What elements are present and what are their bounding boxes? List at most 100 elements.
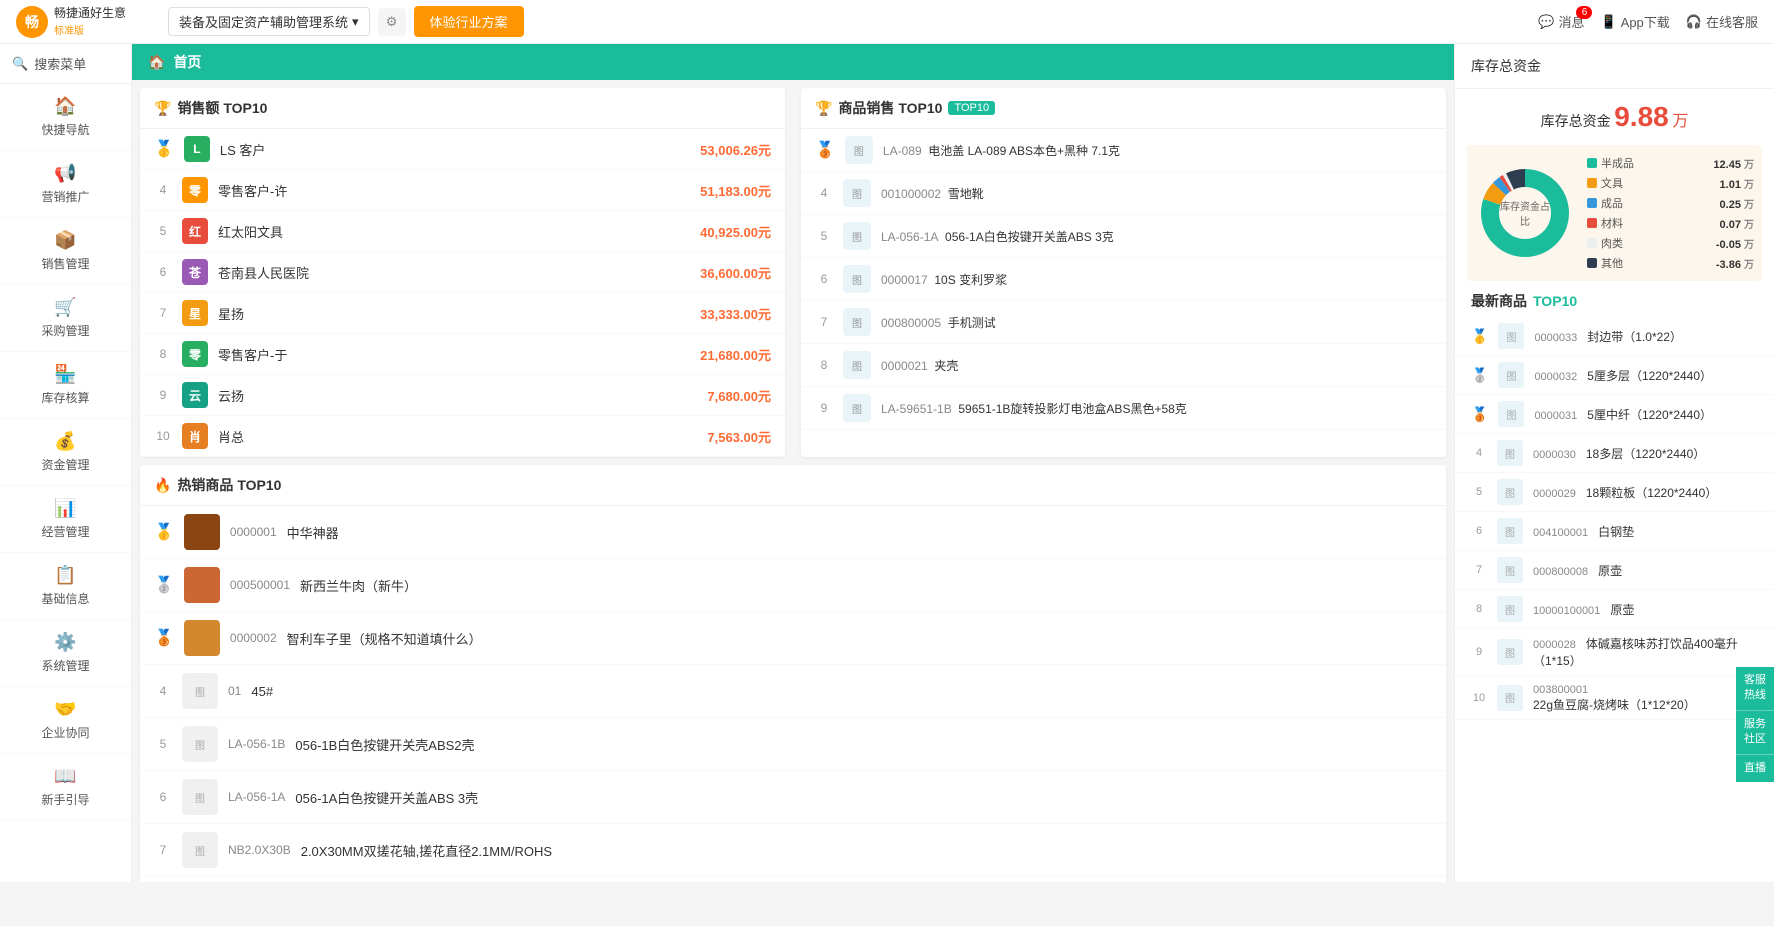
settings-button[interactable]: ⚙ [378, 8, 406, 36]
customer-amount: 40,925.00元 [700, 222, 771, 241]
rank-num: 5 [154, 737, 172, 751]
trophy-icon: 🏆 [154, 100, 171, 117]
product-sales-item: 🥉 图 LA-089 电池盖 LA-089 ABS本色+黑种 7.1克 [801, 129, 1446, 172]
customer-name: 苍南县人民医院 [218, 263, 690, 282]
legend-name: 其他 [1601, 255, 1623, 271]
newest-product-item: 10 图 003800001 22g鱼豆腐-烧烤味（1*12*20） [1455, 676, 1774, 720]
message-button[interactable]: 💬 消息 6 [1538, 12, 1584, 31]
customer-amount: 33,333.00元 [700, 304, 771, 323]
customer-amount: 7,563.00元 [707, 427, 771, 446]
logo-icon: 畅 [16, 6, 48, 38]
newest-name: 18颗粒板（1220*2440） [1586, 486, 1717, 500]
sidebar-item-系统管理[interactable]: ⚙️系统管理 [0, 620, 131, 687]
live-button[interactable]: 直播 [1736, 755, 1774, 782]
system-select[interactable]: 装备及固定资产辅助管理系统 ▾ [168, 7, 370, 36]
right-thumb: 图 [1497, 440, 1523, 466]
newest-name: 白钢垫 [1598, 525, 1634, 539]
rank-num: 5 [1471, 486, 1487, 498]
donut-label: 库存资金占比 [1500, 198, 1550, 228]
newest-code: 000800008 [1533, 566, 1588, 578]
hotline-button[interactable]: 客服 热线 [1736, 667, 1774, 711]
customer-name: 星扬 [218, 304, 690, 323]
sidebar-icon: 📢 [54, 163, 76, 184]
sidebar-item-企业协同[interactable]: 🤝企业协同 [0, 687, 131, 754]
trial-button[interactable]: 体验行业方案 [414, 6, 524, 37]
hot-product-name: 智利车子里（规格不知道填什么） [287, 629, 482, 648]
customer-list-item: 9 云 云扬 7,680.00元 [140, 375, 785, 416]
product-thumb: 图 [843, 308, 871, 336]
legend-label: 文具 [1587, 175, 1720, 191]
rank-num: 4 [815, 186, 833, 200]
product-code-name: 000800005 手机测试 [881, 314, 1432, 331]
right-thumb: 图 [1497, 639, 1523, 665]
product-sales-item: 6 图 0000017 10S 变利罗浆 [801, 258, 1446, 301]
sidebar-item-经营管理[interactable]: 📊经营管理 [0, 486, 131, 553]
search-icon: 🔍 [12, 56, 28, 72]
rank-num: 10 [154, 429, 172, 443]
sidebar-label: 基础信息 [41, 590, 89, 607]
top-bar: 畅 畅捷通好生意 标准版 装备及固定资产辅助管理系统 ▾ ⚙ 体验行业方案 💬 … [0, 0, 1774, 44]
online-service-button[interactable]: 🎧 在线客服 [1686, 12, 1758, 31]
rank-medal: 🥉 [815, 140, 835, 160]
customer-avatar: 肖 [182, 423, 208, 449]
hot-product-code: 000500001 [230, 578, 290, 592]
hot-product-name: 056-1B白色按键开关壳ABS2壳 [295, 735, 474, 754]
product-thumb: 图 [843, 394, 871, 422]
sidebar-label: 资金管理 [41, 456, 89, 473]
legend-name: 肉类 [1601, 235, 1623, 251]
newest-product-item: 8 图 10000100001 原壶 [1455, 590, 1774, 629]
customer-amount: 36,600.00元 [700, 263, 771, 282]
product-info: LA-056-1A 056-1A白色按键开关盖ABS 3克 [881, 228, 1432, 245]
sidebar-icon: 🏠 [54, 96, 76, 117]
customer-list-item: 4 零 零售客户-许 51,183.00元 [140, 170, 785, 211]
customer-list-item: 7 星 星扬 33,333.00元 [140, 293, 785, 334]
right-product-info: 0000032 5厘多层（1220*2440） [1534, 367, 1758, 384]
right-product-info: 004100001 白钢垫 [1533, 523, 1758, 540]
sidebar: 🔍 搜索菜单 🏠快捷导航📢营销推广📦销售管理🛒采购管理🏪库存核算💰资金管理📊经营… [0, 44, 132, 882]
product-thumb: 图 [845, 136, 873, 164]
newest-products-title: 最新商品 TOP10 [1455, 281, 1774, 317]
app-download-button[interactable]: 📱 App下载 [1600, 12, 1669, 31]
rank-medal: 🥉 [1471, 406, 1488, 423]
right-product-info: 0000033 封边带（1.0*22） [1534, 328, 1758, 345]
legend-name: 成品 [1601, 195, 1623, 211]
logo-sub: 标准版 [54, 22, 126, 37]
rank-medal: 🥈 [1471, 367, 1488, 384]
legend-label: 材料 [1587, 215, 1720, 231]
sidebar-item-库存核算[interactable]: 🏪库存核算 [0, 352, 131, 419]
community-button[interactable]: 服务 社区 [1736, 711, 1774, 755]
sidebar-icon: 📊 [54, 498, 76, 519]
sidebar-item-基础信息[interactable]: 📋基础信息 [0, 553, 131, 620]
rank-num: 6 [154, 790, 172, 804]
customer-avatar: 苍 [182, 259, 208, 285]
sidebar-item-营销推广[interactable]: 📢营销推广 [0, 151, 131, 218]
customer-service-float: 客服 热线 服务 社区 直播 [1736, 667, 1774, 782]
inventory-amount: 9.88 [1614, 101, 1669, 132]
newest-product-item: 🥉 图 0000031 5厘中纤（1220*2440） [1455, 395, 1774, 434]
inventory-unit: 万 [1672, 113, 1688, 130]
rank-medal: 🥇 [154, 139, 174, 159]
sidebar-item-资金管理[interactable]: 💰资金管理 [0, 419, 131, 486]
page-title: 首页 [173, 52, 201, 72]
search-menu[interactable]: 🔍 搜索菜单 [0, 44, 131, 84]
sidebar-icon: 🏪 [54, 364, 76, 385]
legend-name: 材料 [1601, 215, 1623, 231]
sidebar-item-新手引导[interactable]: 📖新手引导 [0, 754, 131, 821]
sidebar-item-采购管理[interactable]: 🛒采购管理 [0, 285, 131, 352]
product-sales-item: 4 图 001000002 雪地靴 [801, 172, 1446, 215]
right-product-info: 000800008 原壶 [1533, 562, 1758, 579]
rank-num: 9 [815, 401, 833, 415]
legend-name: 半成品 [1601, 155, 1634, 171]
customer-name: 肖总 [218, 427, 697, 446]
sidebar-icon: 🤝 [54, 699, 76, 720]
sidebar-item-销售管理[interactable]: 📦销售管理 [0, 218, 131, 285]
rank-num: 10 [1471, 692, 1487, 704]
service-label: 在线客服 [1706, 12, 1758, 31]
sidebar-item-快捷导航[interactable]: 🏠快捷导航 [0, 84, 131, 151]
home-icon: 🏠 [148, 54, 165, 71]
hot-thumb: 图 [182, 779, 218, 815]
legend-area: 半成品 12.45 万 文具 1.01 万 成品 0.25 万 材料 0.07 … [1587, 153, 1754, 273]
product-info: 001000002 雪地靴 [881, 185, 1432, 202]
newest-name: 18多层（1220*2440） [1586, 447, 1705, 461]
legend-item: 材料 0.07 万 [1587, 213, 1754, 233]
